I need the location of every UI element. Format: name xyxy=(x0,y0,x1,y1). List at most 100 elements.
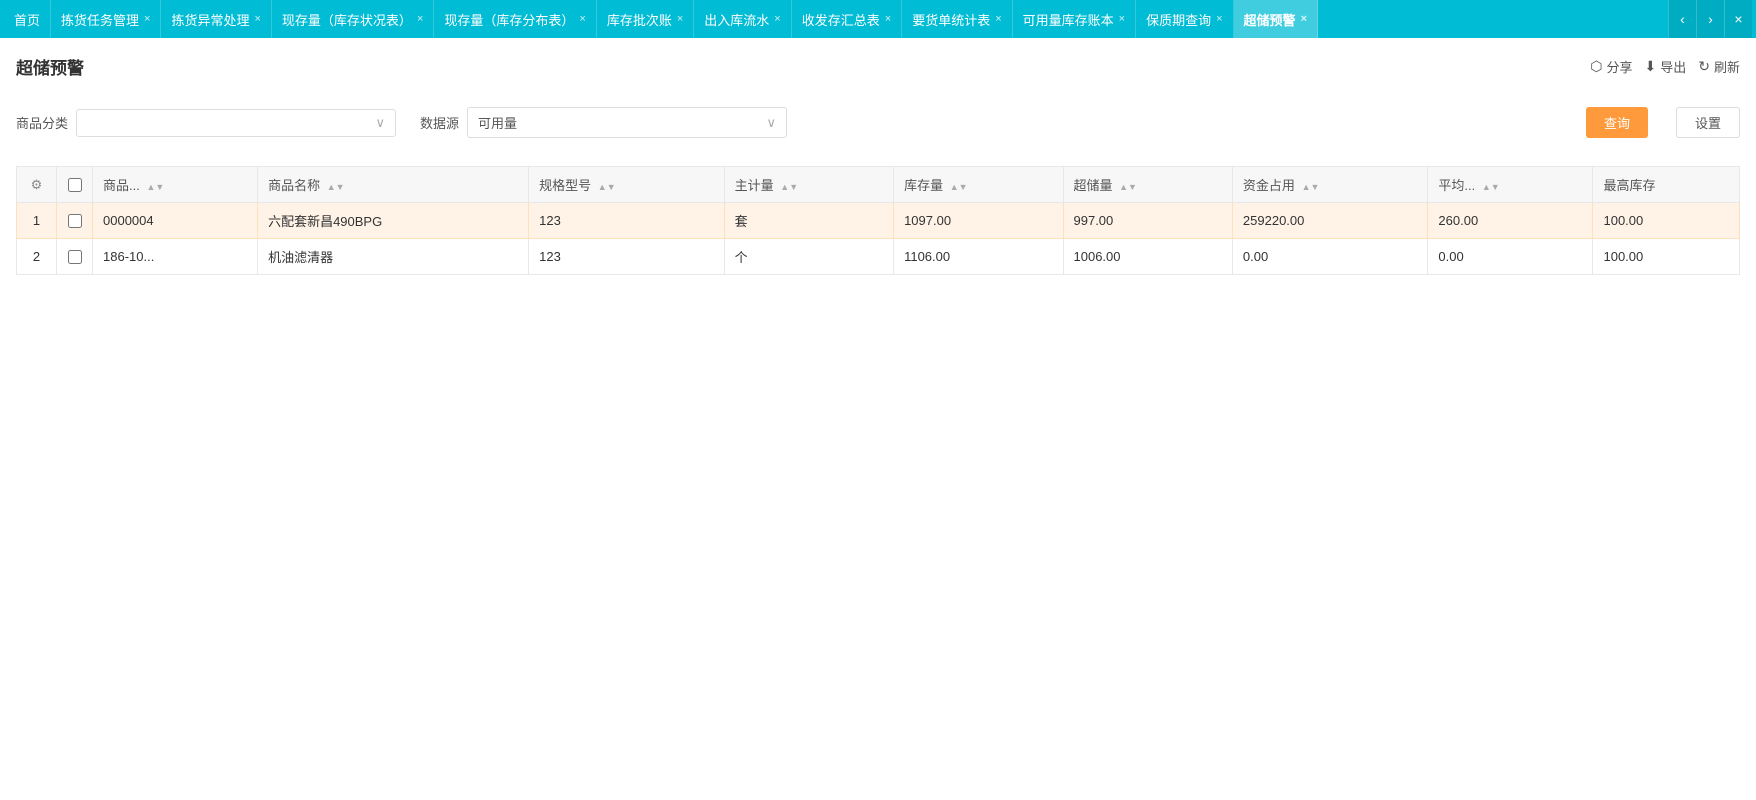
nav-close-all-button[interactable]: × xyxy=(1724,0,1752,38)
col-header-max-stock[interactable]: 最高库存 xyxy=(1593,167,1740,203)
gear-icon[interactable]: ⚙ xyxy=(27,177,46,193)
nav-item-summary[interactable]: 收发存汇总表 × xyxy=(792,0,902,38)
share-label: 分享 xyxy=(1606,57,1632,76)
query-button[interactable]: 查询 xyxy=(1586,107,1648,138)
export-button[interactable]: ⬇ 导出 xyxy=(1645,57,1687,76)
datasource-filter-label: 数据源 xyxy=(420,113,459,132)
col-header-capital[interactable]: 资金占用 ▲▼ xyxy=(1232,167,1428,203)
close-icon[interactable]: × xyxy=(144,13,150,25)
page-content: 超储预警 ⬡ 分享 ⬇ 导出 ↻ 刷新 商品分类 ∨ 数据源 xyxy=(0,38,1756,800)
row-max-stock: 100.00 xyxy=(1593,203,1740,239)
nav-label-requisition: 要货单统计表 xyxy=(912,10,990,29)
nav-item-inventory-status[interactable]: 现存量（库存状况表） × xyxy=(272,0,434,38)
nav-item-home[interactable]: 首页 xyxy=(4,0,51,38)
col-header-checkbox xyxy=(57,167,93,203)
nav-label-summary: 收发存汇总表 xyxy=(802,10,880,29)
datasource-select[interactable]: 可用量 ∨ xyxy=(467,107,787,138)
row-max-stock: 100.00 xyxy=(1593,239,1740,275)
row-checkbox-cell xyxy=(57,239,93,275)
share-button[interactable]: ⬡ 分享 xyxy=(1590,57,1632,76)
export-icon: ⬇ xyxy=(1645,58,1657,75)
row-avg: 0.00 xyxy=(1428,239,1593,275)
sort-icon: ▲▼ xyxy=(1482,182,1500,192)
close-icon[interactable]: × xyxy=(1119,13,1125,25)
row-unit: 套 xyxy=(724,203,893,239)
close-icon[interactable]: × xyxy=(774,13,780,25)
sort-icon: ▲▼ xyxy=(780,182,798,192)
category-select[interactable]: ∨ xyxy=(76,109,396,137)
row-avg: 260.00 xyxy=(1428,203,1593,239)
select-all-checkbox[interactable] xyxy=(68,178,82,192)
close-icon[interactable]: × xyxy=(1301,13,1307,25)
category-filter-group: 商品分类 ∨ xyxy=(16,109,396,137)
row-spec: 123 xyxy=(529,239,725,275)
row-checkbox[interactable] xyxy=(68,250,82,264)
nav-item-pick-exception[interactable]: 拣货异常处理 × xyxy=(161,0,271,38)
row-unit: 个 xyxy=(724,239,893,275)
row-spec: 123 xyxy=(529,203,725,239)
nav-item-batch[interactable]: 库存批次账 × xyxy=(597,0,694,38)
nav-label-expiry: 保质期查询 xyxy=(1146,10,1211,29)
data-table: ⚙ 商品... ▲▼ 商品名称 ▲▼ 规格型号 ▲▼ xyxy=(16,166,1740,275)
col-label-stock: 库存量 xyxy=(904,178,943,193)
row-product-name: 六配套新昌490BPG xyxy=(258,203,529,239)
page-title: 超储预警 xyxy=(16,54,84,79)
col-header-spec[interactable]: 规格型号 ▲▼ xyxy=(529,167,725,203)
export-label: 导出 xyxy=(1660,57,1686,76)
col-label-avg: 平均... xyxy=(1438,178,1475,193)
row-seq: 2 xyxy=(17,239,57,275)
close-icon[interactable]: × xyxy=(254,13,260,25)
col-header-avg[interactable]: 平均... ▲▼ xyxy=(1428,167,1593,203)
col-label-max-stock: 最高库存 xyxy=(1603,178,1655,193)
row-product-code: 0000004 xyxy=(93,203,258,239)
row-product-code: 186-10... xyxy=(93,239,258,275)
table-header: ⚙ 商品... ▲▼ 商品名称 ▲▼ 规格型号 ▲▼ xyxy=(17,167,1740,203)
row-product-name: 机油滤清器 xyxy=(258,239,529,275)
nav-label-overstock: 超储预警 xyxy=(1244,10,1296,29)
close-icon[interactable]: × xyxy=(995,13,1001,25)
share-icon: ⬡ xyxy=(1590,58,1602,75)
col-label-capital: 资金占用 xyxy=(1243,178,1295,193)
sort-icon: ▲▼ xyxy=(146,182,164,192)
col-header-product-name[interactable]: 商品名称 ▲▼ xyxy=(258,167,529,203)
nav-item-expiry[interactable]: 保质期查询 × xyxy=(1136,0,1233,38)
row-stock: 1097.00 xyxy=(894,203,1063,239)
row-checkbox[interactable] xyxy=(68,214,82,228)
col-label-spec: 规格型号 xyxy=(539,178,591,193)
col-header-stock[interactable]: 库存量 ▲▼ xyxy=(894,167,1063,203)
table-row: 2 186-10... 机油滤清器 123 个 1106.00 1006.00 … xyxy=(17,239,1740,275)
nav-next-button[interactable]: › xyxy=(1696,0,1724,38)
row-overstock: 1006.00 xyxy=(1063,239,1232,275)
col-label-product-code: 商品... xyxy=(103,178,140,193)
row-seq: 1 xyxy=(17,203,57,239)
nav-label-pick-exception: 拣货异常处理 xyxy=(171,10,249,29)
nav-label-available: 可用量库存账本 xyxy=(1023,10,1114,29)
col-header-overstock[interactable]: 超储量 ▲▼ xyxy=(1063,167,1232,203)
nav-arrows: ‹ › × xyxy=(1668,0,1752,38)
settings-button[interactable]: 设置 xyxy=(1676,107,1740,138)
close-icon[interactable]: × xyxy=(677,13,683,25)
close-icon[interactable]: × xyxy=(417,13,423,25)
nav-item-requisition[interactable]: 要货单统计表 × xyxy=(902,0,1012,38)
nav-item-inventory-dist[interactable]: 现存量（库存分布表） × xyxy=(434,0,596,38)
category-filter-label: 商品分类 xyxy=(16,113,68,132)
close-icon[interactable]: × xyxy=(1216,13,1222,25)
close-icon[interactable]: × xyxy=(579,13,585,25)
page-header: 超储预警 ⬡ 分享 ⬇ 导出 ↻ 刷新 xyxy=(16,54,1740,79)
nav-item-inout-flow[interactable]: 出入库流水 × xyxy=(694,0,791,38)
refresh-button[interactable]: ↻ 刷新 xyxy=(1698,57,1740,76)
col-header-unit[interactable]: 主计量 ▲▼ xyxy=(724,167,893,203)
nav-item-pick-task[interactable]: 拣货任务管理 × xyxy=(51,0,161,38)
nav-prev-button[interactable]: ‹ xyxy=(1668,0,1696,38)
col-label-overstock: 超储量 xyxy=(1074,178,1113,193)
nav-item-overstock[interactable]: 超储预警 × xyxy=(1234,0,1318,38)
close-icon[interactable]: × xyxy=(885,13,891,25)
nav-item-available[interactable]: 可用量库存账本 × xyxy=(1013,0,1136,38)
col-header-product-code[interactable]: 商品... ▲▼ xyxy=(93,167,258,203)
sort-icon: ▲▼ xyxy=(1302,182,1320,192)
col-label-product-name: 商品名称 xyxy=(268,178,320,193)
row-stock: 1106.00 xyxy=(894,239,1063,275)
table-body: 1 0000004 六配套新昌490BPG 123 套 1097.00 997.… xyxy=(17,203,1740,275)
filter-area: 商品分类 ∨ 数据源 可用量 ∨ 查询 设置 xyxy=(16,95,1740,150)
nav-bar: 首页 拣货任务管理 × 拣货异常处理 × 现存量（库存状况表） × 现存量（库存… xyxy=(0,0,1756,38)
